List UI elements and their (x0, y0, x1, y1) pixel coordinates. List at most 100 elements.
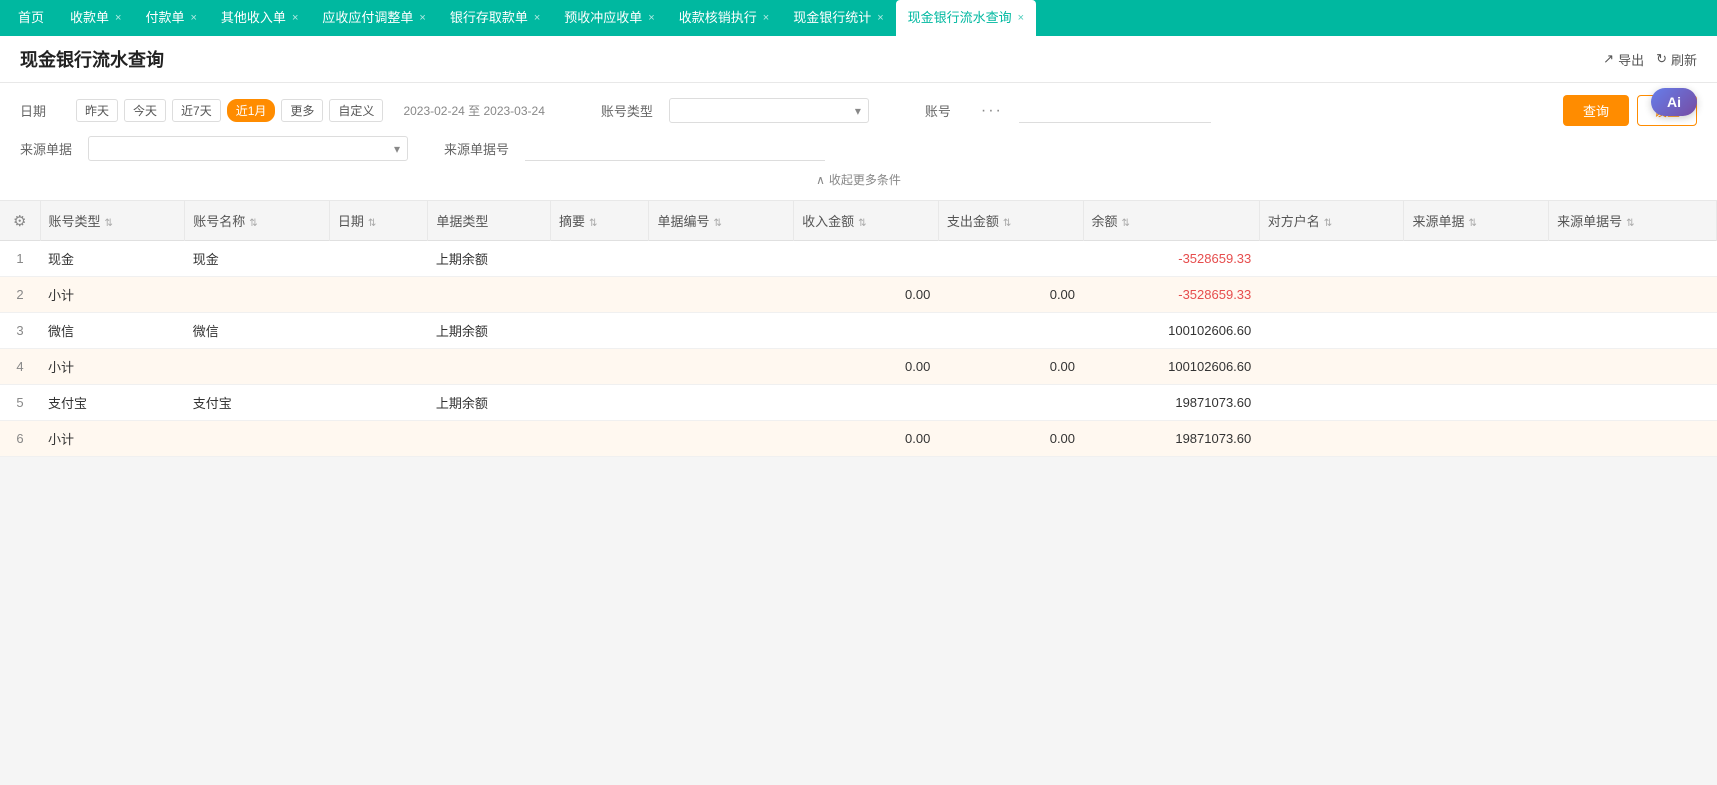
nav-tab-fukuan[interactable]: 付款单× (133, 0, 208, 36)
table-cell: 5 (0, 385, 40, 421)
nav-tab-close-shoukuan[interactable]: × (115, 0, 121, 36)
table-cell: 100102606.60 (1083, 349, 1259, 385)
refresh-icon: ↻ (1656, 51, 1667, 67)
nav-tab-xianjinyinhangstatistic[interactable]: 现金银行统计× (781, 0, 895, 36)
table-cell (428, 421, 551, 457)
col-account-name[interactable]: 账号名称⇅ (185, 201, 330, 241)
refresh-button[interactable]: ↻ 刷新 (1656, 50, 1697, 69)
table-cell: 上期余额 (428, 385, 551, 421)
query-button[interactable]: 查询 (1563, 95, 1629, 126)
date-shortcut-更多[interactable]: 更多 (281, 99, 323, 122)
settings-gear-icon[interactable]: ⚙ (13, 213, 26, 230)
table-cell: 支付宝 (40, 385, 185, 421)
date-label: 日期 (20, 101, 60, 120)
table-cell (1549, 277, 1717, 313)
nav-tab-yingshouyingfu[interactable]: 应收应付调整单× (310, 0, 437, 36)
table-cell: 4 (0, 349, 40, 385)
account-type-select-wrapper: 现金 微信 支付宝 (669, 98, 869, 123)
table-cell (649, 241, 794, 277)
export-button[interactable]: ↗ 导出 (1603, 50, 1644, 69)
date-shortcut-今天[interactable]: 今天 (124, 99, 166, 122)
nav-tab-close-yingshouyingfu[interactable]: × (419, 0, 425, 36)
table-cell (329, 385, 427, 421)
table-cell (1404, 277, 1549, 313)
date-shortcut-自定义[interactable]: 自定义 (329, 99, 383, 122)
table-cell: 3 (0, 313, 40, 349)
col-counterpart[interactable]: 对方户名⇅ (1259, 201, 1404, 241)
filter-row-1: 日期 昨天今天近7天近1月更多自定义 2023-02-24 至 2023-03-… (20, 95, 1697, 126)
table-cell: 2 (0, 277, 40, 313)
account-input[interactable] (1019, 99, 1211, 123)
table-cell: 6 (0, 421, 40, 457)
table-row: 6小计0.000.0019871073.60 (0, 421, 1717, 457)
col-bill-type[interactable]: 单据类型 (428, 201, 551, 241)
nav-tab-close-shoukuanhexiao[interactable]: × (763, 0, 769, 36)
page-header: 现金银行流水查询 ↗ 导出 ↻ 刷新 (0, 36, 1717, 83)
table-cell (1404, 421, 1549, 457)
filter-row-2: 来源单据 来源单据号 (20, 136, 1697, 161)
nav-tab-shoukuanhexiao[interactable]: 收款核销执行× (667, 0, 781, 36)
nav-tab-yinhangcunqu[interactable]: 银行存取款单× (438, 0, 552, 36)
nav-home[interactable]: 首页 (4, 0, 58, 36)
date-shortcuts: 昨天今天近7天近1月更多自定义 (76, 99, 383, 122)
nav-tab-close-xianjinyinhangstatistic[interactable]: × (877, 0, 883, 36)
account-type-select[interactable]: 现金 微信 支付宝 (669, 98, 869, 123)
account-type-label: 账号类型 (601, 101, 653, 120)
nav-tab-qitashoru[interactable]: 其他收入单× (209, 0, 310, 36)
table-cell (329, 241, 427, 277)
col-source-bill[interactable]: 来源单据⇅ (1404, 201, 1549, 241)
nav-tab-shoukuan[interactable]: 收款单× (58, 0, 133, 36)
table-cell: 上期余额 (428, 313, 551, 349)
table-cell: 0.00 (938, 349, 1083, 385)
nav-tab-close-fukuan[interactable]: × (190, 0, 196, 36)
table-cell (1259, 349, 1404, 385)
col-date[interactable]: 日期⇅ (329, 201, 427, 241)
table-cell: 100102606.60 (1083, 313, 1259, 349)
table-cell (938, 241, 1083, 277)
nav-tab-close-yushou[interactable]: × (648, 0, 654, 36)
table-row: 5支付宝支付宝上期余额19871073.60 (0, 385, 1717, 421)
nav-tab-close-xianjinyinhangliushui[interactable]: × (1018, 0, 1024, 36)
date-shortcut-近1月[interactable]: 近1月 (227, 99, 276, 122)
col-account-type[interactable]: 账号类型⇅ (40, 201, 185, 241)
table-cell (185, 349, 330, 385)
table-cell (329, 421, 427, 457)
date-range-text: 2023-02-24 至 2023-03-24 (403, 102, 544, 119)
table-cell (649, 385, 794, 421)
nav-tab-close-qitashoru[interactable]: × (292, 0, 298, 36)
account-dots[interactable]: ··· (981, 102, 1003, 120)
col-source-bill-no[interactable]: 来源单据号⇅ (1549, 201, 1717, 241)
nav-tab-label-xianjinyinhangstatistic: 现金银行统计 (793, 0, 871, 36)
table-cell (1549, 241, 1717, 277)
source-bill-select[interactable] (88, 136, 408, 161)
date-shortcut-近7天[interactable]: 近7天 (172, 99, 221, 122)
table-cell: 0.00 (794, 421, 939, 457)
table-cell: 0.00 (938, 421, 1083, 457)
nav-tab-xianjinyinhangliushui[interactable]: 现金银行流水查询× (896, 0, 1036, 36)
table-cell (551, 349, 649, 385)
table-cell: 小计 (40, 421, 185, 457)
source-bill-no-input[interactable] (525, 137, 825, 161)
col-expense[interactable]: 支出金额⇅ (938, 201, 1083, 241)
table-cell (1549, 313, 1717, 349)
table-cell (185, 421, 330, 457)
col-income[interactable]: 收入金额⇅ (794, 201, 939, 241)
col-balance[interactable]: 余额⇅ (1083, 201, 1259, 241)
collapse-button[interactable]: ∧ 收起更多条件 (816, 171, 901, 188)
date-shortcut-昨天[interactable]: 昨天 (76, 99, 118, 122)
table-cell (1259, 385, 1404, 421)
table-row: 4小计0.000.00100102606.60 (0, 349, 1717, 385)
table-cell: 上期余额 (428, 241, 551, 277)
table-cell (551, 241, 649, 277)
col-bill-no[interactable]: 单据编号⇅ (649, 201, 794, 241)
ai-button[interactable]: Ai (1651, 88, 1697, 116)
col-summary[interactable]: 摘要⇅ (551, 201, 649, 241)
table-cell (1549, 349, 1717, 385)
table-cell (938, 385, 1083, 421)
source-bill-select-wrapper (88, 136, 408, 161)
nav-tab-yushou[interactable]: 预收冲应收单× (552, 0, 666, 36)
nav-tab-close-yinhangcunqu[interactable]: × (534, 0, 540, 36)
col-settings[interactable]: ⚙ (0, 201, 40, 241)
nav-tab-label-yingshouyingfu: 应收应付调整单 (322, 0, 413, 36)
table-cell (649, 421, 794, 457)
